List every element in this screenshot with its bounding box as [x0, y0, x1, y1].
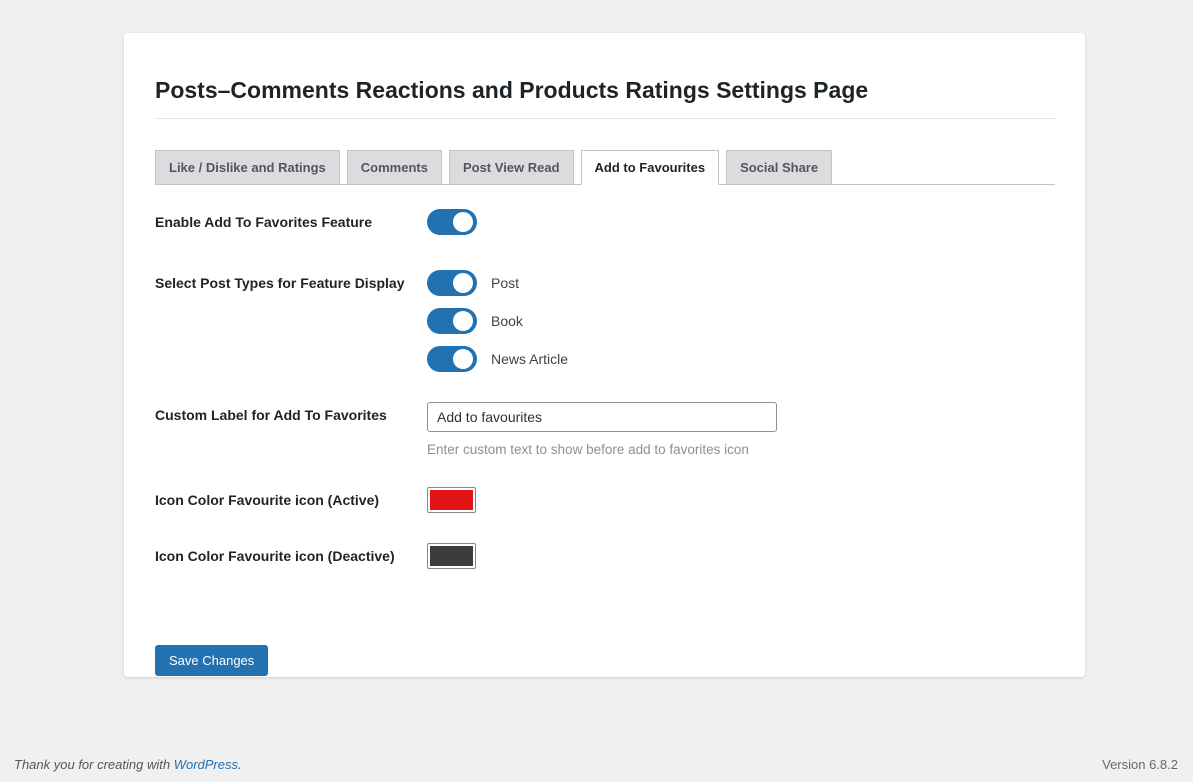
icon-color-active-row: Icon Color Favourite icon (Active): [155, 487, 1055, 513]
footer-version: Version 6.8.2: [1102, 757, 1178, 772]
icon-color-deactive-row: Icon Color Favourite icon (Deactive): [155, 543, 1055, 569]
footer-thanks-prefix: Thank you for creating with: [14, 757, 174, 772]
settings-form: Enable Add To Favorites Feature Select P…: [155, 209, 1055, 676]
wordpress-link[interactable]: WordPress: [174, 757, 238, 772]
tab-comments[interactable]: Comments: [347, 150, 442, 185]
enable-feature-label: Enable Add To Favorites Feature: [155, 209, 427, 240]
settings-card: Posts–Comments Reactions and Products Ra…: [124, 33, 1085, 677]
post-type-label-post: Post: [491, 275, 519, 291]
icon-color-deactive-label: Icon Color Favourite icon (Deactive): [155, 543, 427, 569]
post-type-item-news-article: News Article: [427, 346, 1055, 372]
page-title: Posts–Comments Reactions and Products Ra…: [155, 77, 1055, 119]
post-type-item-post: Post: [427, 270, 1055, 296]
post-type-item-book: Book: [427, 308, 1055, 334]
icon-color-active-swatch[interactable]: [427, 487, 476, 513]
tab-add-to-favourites[interactable]: Add to Favourites: [581, 150, 720, 185]
post-type-label-news-article: News Article: [491, 351, 568, 367]
post-type-toggle-news-article[interactable]: [427, 346, 477, 372]
tab-social-share[interactable]: Social Share: [726, 150, 832, 185]
post-types-row: Select Post Types for Feature Display Po…: [155, 270, 1055, 372]
tab-like-dislike-ratings[interactable]: Like / Dislike and Ratings: [155, 150, 340, 185]
enable-favorites-toggle[interactable]: [427, 209, 477, 235]
footer-thanks: Thank you for creating with WordPress.: [14, 757, 242, 772]
post-type-toggle-post[interactable]: [427, 270, 477, 296]
icon-color-deactive-fill: [430, 546, 473, 566]
icon-color-deactive-swatch[interactable]: [427, 543, 476, 569]
toggle-knob: [453, 273, 473, 293]
toggle-knob: [453, 311, 473, 331]
icon-color-active-label: Icon Color Favourite icon (Active): [155, 487, 427, 513]
custom-label-row: Custom Label for Add To Favorites Enter …: [155, 402, 1055, 457]
save-changes-button[interactable]: Save Changes: [155, 645, 268, 676]
enable-feature-row: Enable Add To Favorites Feature: [155, 209, 1055, 240]
post-types-label: Select Post Types for Feature Display: [155, 270, 427, 372]
post-type-toggle-book[interactable]: [427, 308, 477, 334]
icon-color-active-fill: [430, 490, 473, 510]
tab-bar: Like / Dislike and Ratings Comments Post…: [155, 150, 1055, 185]
custom-label-input[interactable]: [427, 402, 777, 432]
custom-label-label: Custom Label for Add To Favorites: [155, 402, 427, 457]
toggle-knob: [453, 349, 473, 369]
toggle-knob: [453, 212, 473, 232]
post-type-label-book: Book: [491, 313, 523, 329]
custom-label-help: Enter custom text to show before add to …: [427, 442, 1055, 457]
tab-post-view-read[interactable]: Post View Read: [449, 150, 574, 185]
footer-thanks-suffix: .: [238, 757, 242, 772]
